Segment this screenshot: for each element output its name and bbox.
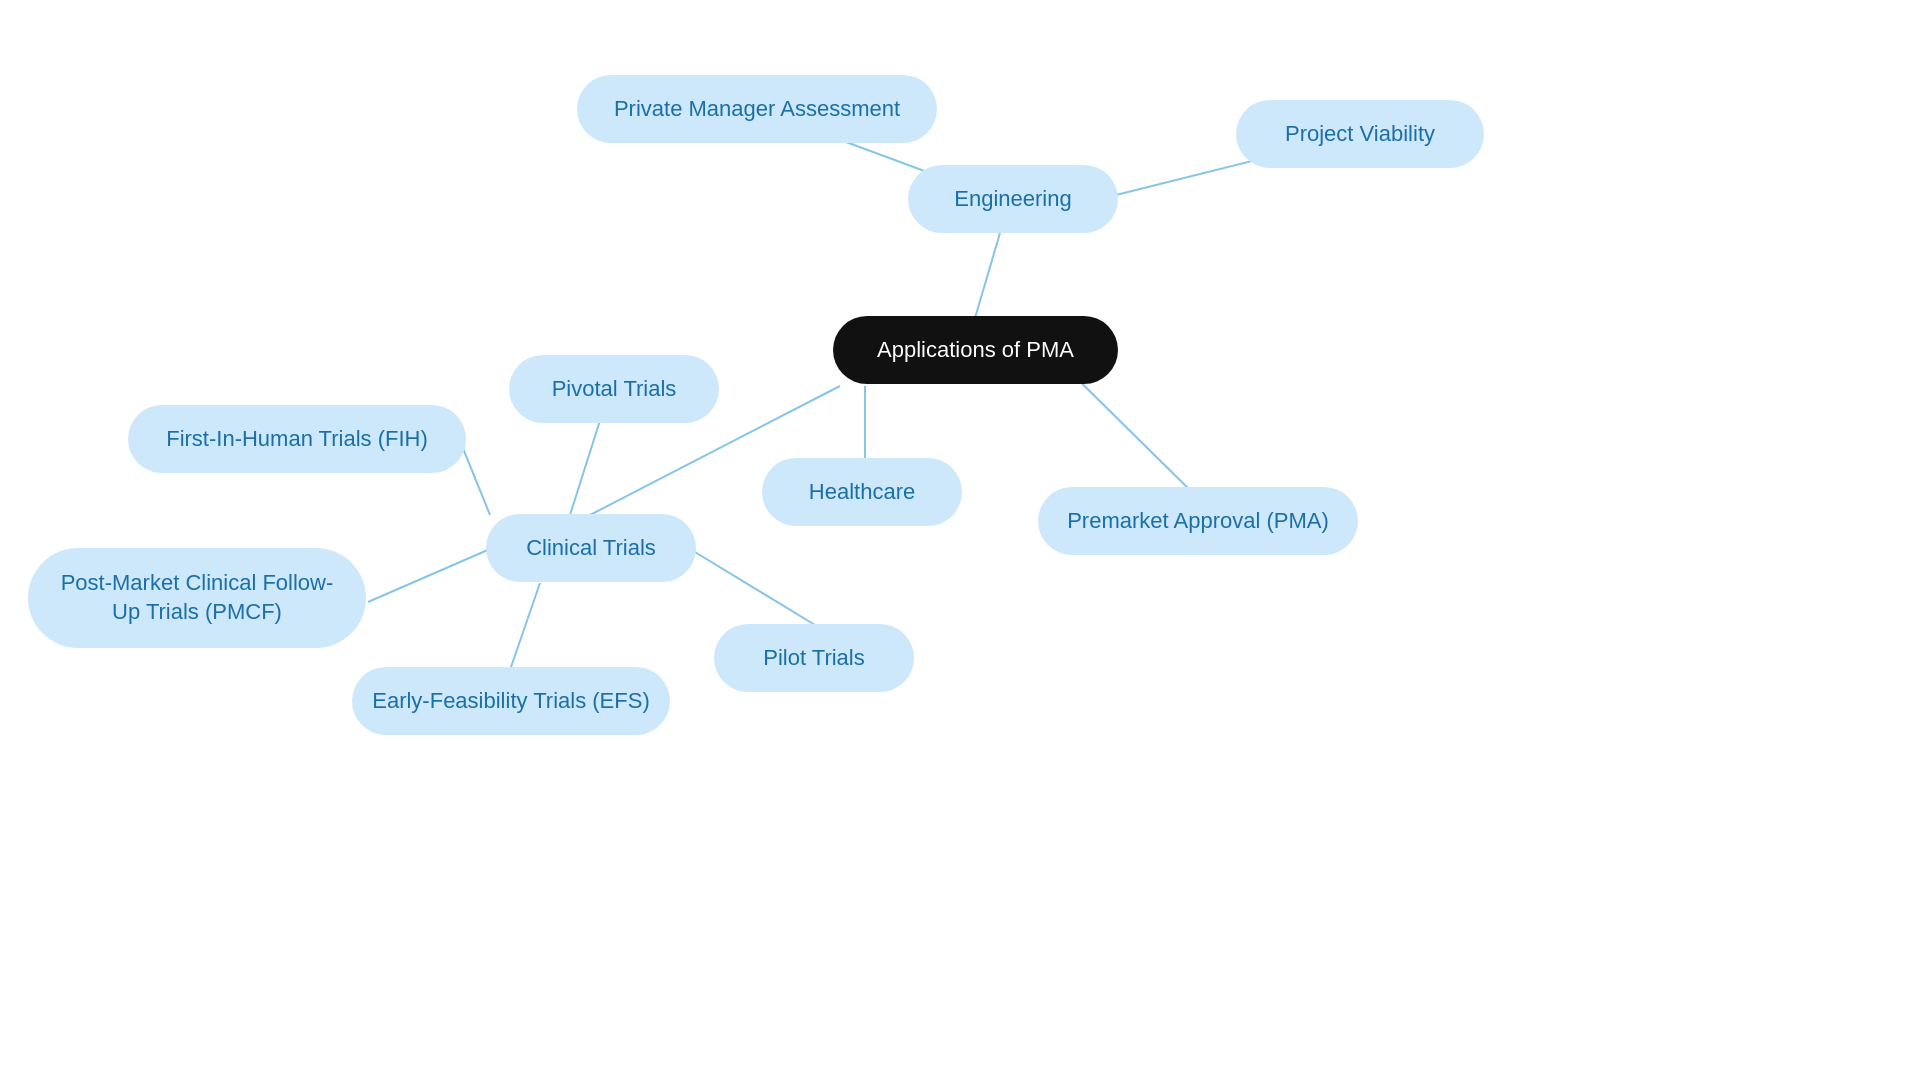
engineering-node[interactable]: Engineering <box>908 165 1118 233</box>
svg-line-10 <box>690 549 815 625</box>
mind-map-svg <box>0 0 1920 1083</box>
pivotal_trials-node[interactable]: Pivotal Trials <box>509 355 719 423</box>
applications_pma-node[interactable]: Applications of PMA <box>833 316 1118 384</box>
project_viability-node[interactable]: Project Viability <box>1236 100 1484 168</box>
private_manager-node[interactable]: Private Manager Assessment <box>577 75 937 143</box>
early_feasibility-node[interactable]: Early-Feasibility Trials (EFS) <box>352 667 670 735</box>
svg-line-2 <box>975 233 1000 318</box>
healthcare-node[interactable]: Healthcare <box>762 458 962 526</box>
premarket_approval-node[interactable]: Premarket Approval (PMA) <box>1038 487 1358 555</box>
svg-line-9 <box>510 583 540 670</box>
pilot_trials-node[interactable]: Pilot Trials <box>714 624 914 692</box>
fih_trials-node[interactable]: First-In-Human Trials (FIH) <box>128 405 466 473</box>
svg-line-7 <box>460 441 490 515</box>
pmcf_trials-node[interactable]: Post-Market Clinical Follow-Up Trials (P… <box>28 548 366 648</box>
svg-line-8 <box>368 549 490 602</box>
clinical_trials-node[interactable]: Clinical Trials <box>486 514 696 582</box>
